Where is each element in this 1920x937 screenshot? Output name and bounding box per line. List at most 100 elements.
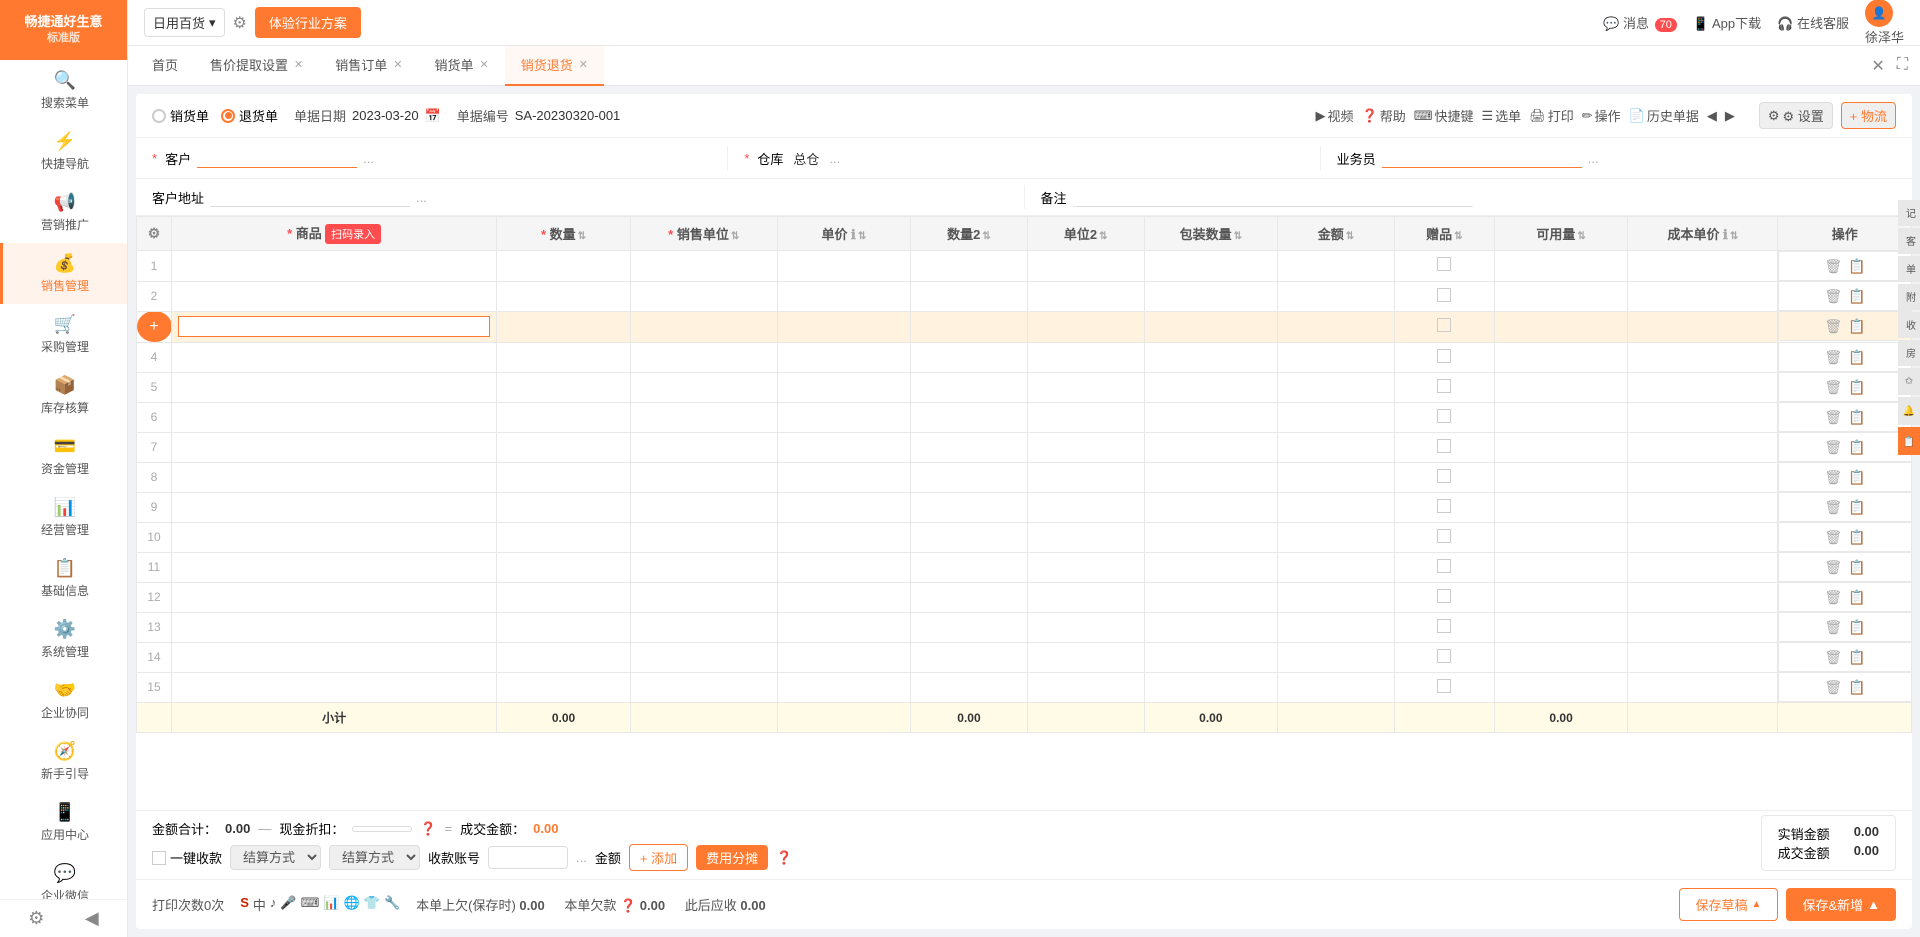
unit2-cell[interactable] bbox=[1027, 342, 1144, 372]
available-cell[interactable] bbox=[1494, 642, 1627, 672]
gift-cell[interactable] bbox=[1394, 342, 1494, 372]
account-dots[interactable]: ... bbox=[576, 850, 587, 865]
sidebar-item-purchase[interactable]: 🛒采购管理 bbox=[0, 304, 127, 365]
gift-checkbox[interactable] bbox=[1437, 649, 1451, 663]
toolbar-icon2[interactable]: ♪ bbox=[270, 895, 277, 914]
unit2-cell[interactable] bbox=[1027, 552, 1144, 582]
sales-unit-cell[interactable] bbox=[630, 522, 777, 552]
delete-row-icon[interactable]: 🗑 bbox=[1824, 559, 1842, 576]
delete-row-icon[interactable]: 🗑 bbox=[1824, 649, 1842, 666]
cost-price-cell[interactable] bbox=[1628, 372, 1778, 402]
package-qty-cell[interactable] bbox=[1144, 642, 1277, 672]
unit2-cell[interactable] bbox=[1027, 432, 1144, 462]
gift-checkbox[interactable] bbox=[1437, 469, 1451, 483]
unit2-cell[interactable] bbox=[1027, 251, 1144, 282]
product-cell[interactable] bbox=[172, 492, 497, 522]
tab-售价提取设置[interactable]: 售价提取设置✕ bbox=[194, 46, 319, 86]
sidebar-item-inventory[interactable]: 📦库存核算 bbox=[0, 365, 127, 426]
gift-cell[interactable] bbox=[1394, 432, 1494, 462]
unit-price-cell[interactable] bbox=[777, 311, 910, 342]
cost-info-icon[interactable]: ℹ bbox=[1723, 227, 1728, 242]
column-settings-icon[interactable]: ⚙ bbox=[148, 225, 161, 241]
sales-unit-cell[interactable] bbox=[630, 612, 777, 642]
delete-row-icon[interactable]: 🗑 bbox=[1824, 379, 1842, 396]
quantity2-cell[interactable] bbox=[911, 582, 1028, 612]
copy-row-icon[interactable]: 📋 bbox=[1848, 379, 1865, 396]
quantity2-cell[interactable] bbox=[911, 402, 1028, 432]
sidebar-item-basic[interactable]: 📋基础信息 bbox=[0, 548, 127, 609]
number-value[interactable]: SA-20230320-001 bbox=[515, 108, 621, 123]
pkg-sort-icon[interactable]: ⇅ bbox=[1234, 231, 1242, 242]
gift-checkbox[interactable] bbox=[1437, 529, 1451, 543]
package-qty-cell[interactable] bbox=[1144, 672, 1277, 703]
tab-close-4[interactable]: ✕ bbox=[579, 58, 588, 71]
print-link[interactable]: 🖨 打印 bbox=[1529, 106, 1574, 125]
app-download-link[interactable]: 📱 App下载 bbox=[1693, 13, 1761, 32]
gift-checkbox[interactable] bbox=[1437, 559, 1451, 573]
delete-row-icon[interactable]: 🗑 bbox=[1824, 288, 1842, 305]
gift-cell[interactable] bbox=[1394, 492, 1494, 522]
right-btn-9[interactable]: 📋 bbox=[1898, 427, 1920, 455]
toolbar-icon7[interactable]: 👕 bbox=[364, 895, 380, 914]
sidebar-item-wechat[interactable]: 💬企业微信 bbox=[0, 853, 127, 899]
industry-selector[interactable]: 日用百货 ▾ bbox=[144, 8, 225, 37]
sales-unit-cell[interactable] bbox=[630, 672, 777, 703]
sales-unit-cell[interactable] bbox=[630, 582, 777, 612]
right-btn-1[interactable]: 记 bbox=[1898, 200, 1920, 226]
gift-cell[interactable] bbox=[1394, 672, 1494, 703]
sidebar-item-operations[interactable]: 📊经营管理 bbox=[0, 487, 127, 548]
delete-row-icon[interactable]: 🗑 bbox=[1824, 439, 1842, 456]
unit-price-cell[interactable] bbox=[777, 582, 910, 612]
unit-price-cell[interactable] bbox=[777, 462, 910, 492]
one-click-payment-label[interactable]: 一键收款 bbox=[152, 848, 222, 867]
available-cell[interactable] bbox=[1494, 492, 1627, 522]
setting-btn[interactable]: ⚙ ⚙ 设置 bbox=[1759, 102, 1833, 129]
package-qty-cell[interactable] bbox=[1144, 522, 1277, 552]
gift-cell[interactable] bbox=[1394, 402, 1494, 432]
quantity-cell[interactable] bbox=[497, 432, 630, 462]
gift-checkbox[interactable] bbox=[1437, 257, 1451, 271]
gift-cell[interactable] bbox=[1394, 311, 1494, 342]
delete-row-icon[interactable]: 🗑 bbox=[1824, 409, 1842, 426]
cost-price-cell[interactable] bbox=[1628, 492, 1778, 522]
product-cell[interactable] bbox=[172, 402, 497, 432]
toolbar-icon4[interactable]: ⌨ bbox=[301, 895, 320, 914]
sidebar-item-finance[interactable]: 💳资金管理 bbox=[0, 426, 127, 487]
fee-split-btn[interactable]: 费用分摊 bbox=[696, 845, 768, 870]
cost-price-cell[interactable] bbox=[1628, 462, 1778, 492]
product-cell[interactable] bbox=[172, 342, 497, 372]
account-input[interactable] bbox=[488, 846, 568, 869]
copy-row-icon[interactable]: 📋 bbox=[1848, 649, 1865, 666]
save-draft-btn[interactable]: 保存草稿 ▲ bbox=[1679, 888, 1779, 921]
available-cell[interactable] bbox=[1494, 522, 1627, 552]
settings-icon[interactable]: ⚙ bbox=[28, 908, 44, 929]
history-link[interactable]: 📄 历史单据 bbox=[1629, 106, 1699, 125]
available-cell[interactable] bbox=[1494, 672, 1627, 703]
quantity2-cell[interactable] bbox=[911, 281, 1028, 311]
amount-cell[interactable] bbox=[1278, 372, 1395, 402]
quantity-cell[interactable] bbox=[497, 311, 630, 342]
quantity2-cell[interactable] bbox=[911, 522, 1028, 552]
quantity2-cell[interactable] bbox=[911, 462, 1028, 492]
package-qty-cell[interactable] bbox=[1144, 402, 1277, 432]
toolbar-icon3[interactable]: 🎤 bbox=[280, 895, 296, 914]
sales-unit-cell[interactable] bbox=[630, 432, 777, 462]
delete-row-icon[interactable]: 🗑 bbox=[1824, 258, 1842, 275]
gift-cell[interactable] bbox=[1394, 612, 1494, 642]
quantity2-cell[interactable] bbox=[911, 492, 1028, 522]
quantity-cell[interactable] bbox=[497, 281, 630, 311]
right-btn-3[interactable]: 单 bbox=[1898, 256, 1920, 282]
sidebar-item-guide[interactable]: 🧭新手引导 bbox=[0, 731, 127, 792]
discount-help-icon[interactable]: ❓ bbox=[420, 821, 436, 837]
quantity2-cell[interactable] bbox=[911, 251, 1028, 282]
product-cell[interactable] bbox=[172, 582, 497, 612]
cost-price-cell[interactable] bbox=[1628, 281, 1778, 311]
sales-unit-cell[interactable] bbox=[630, 281, 777, 311]
amount-cell[interactable] bbox=[1278, 402, 1395, 432]
copy-row-icon[interactable]: 📋 bbox=[1848, 619, 1865, 636]
cost-price-cell[interactable] bbox=[1628, 251, 1778, 282]
delete-row-icon[interactable]: 🗑 bbox=[1824, 469, 1842, 486]
experience-btn[interactable]: 体验行业方案 bbox=[255, 7, 361, 38]
quantity2-cell[interactable] bbox=[911, 672, 1028, 703]
amount-cell[interactable] bbox=[1278, 492, 1395, 522]
